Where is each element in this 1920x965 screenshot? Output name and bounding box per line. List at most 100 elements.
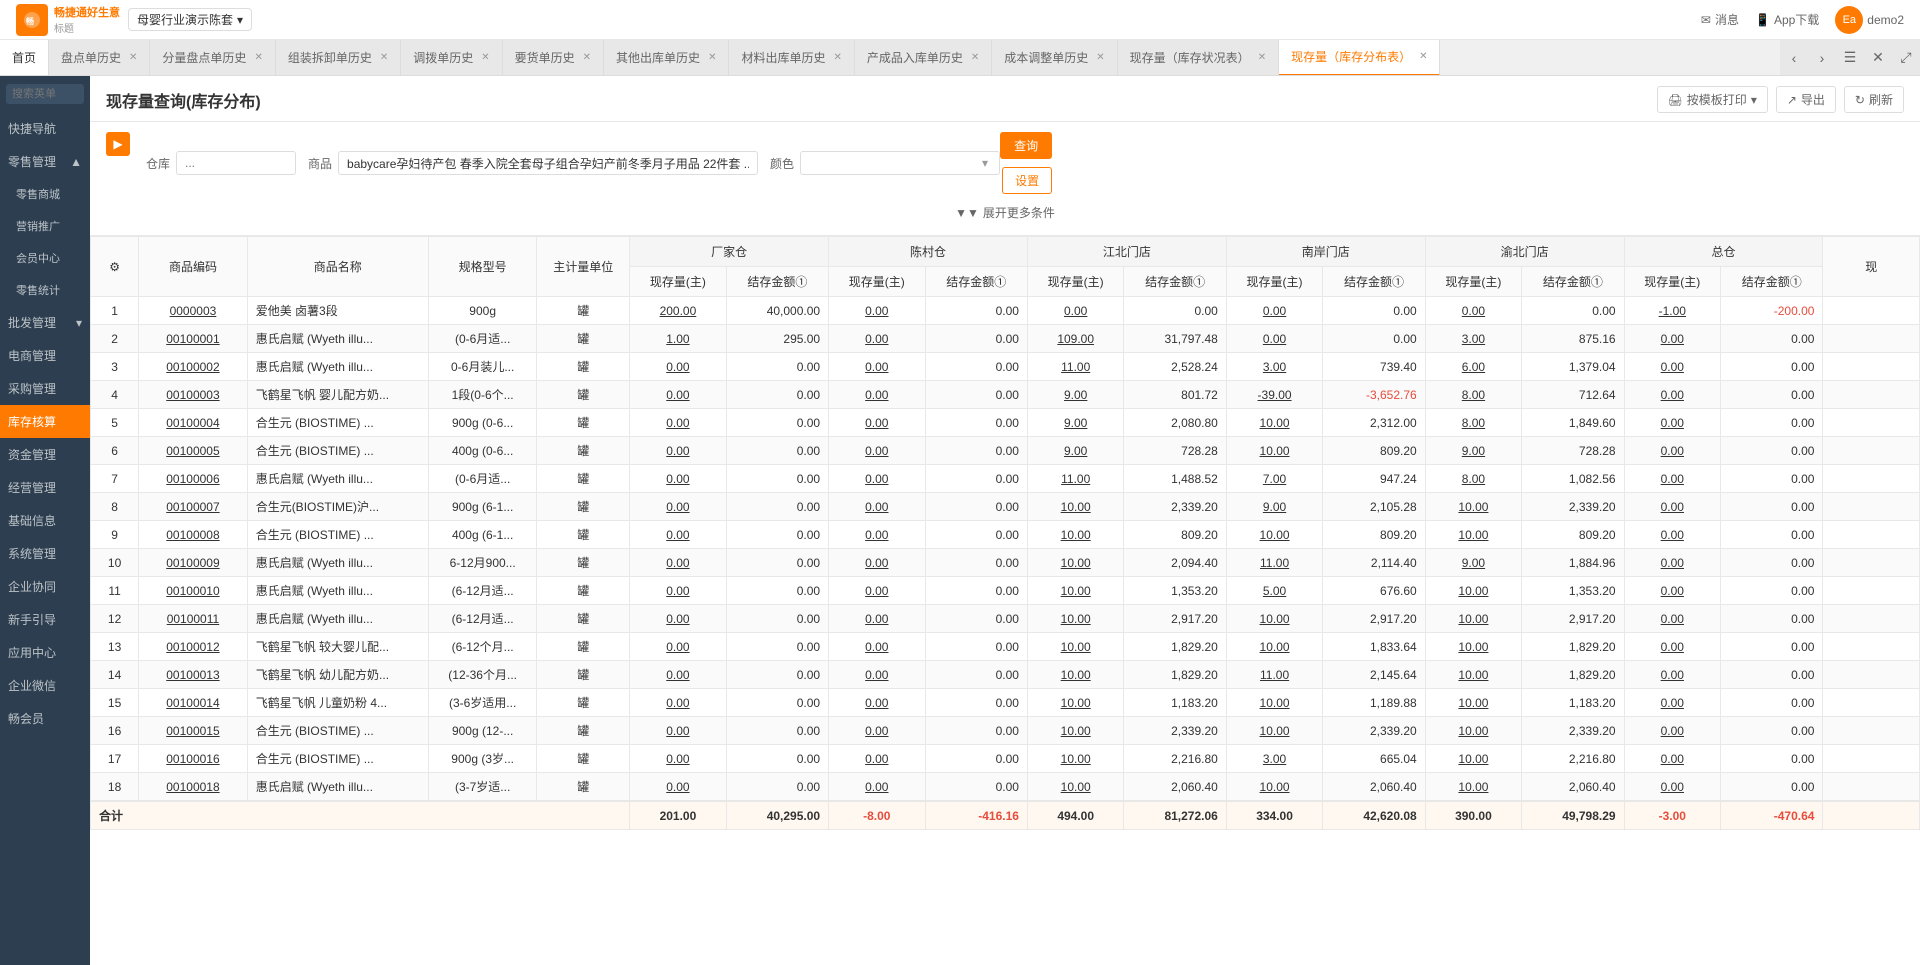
- table-row-yuebei-qty[interactable]: 8.00: [1425, 465, 1521, 493]
- table-row-yuebei-qty[interactable]: 10.00: [1425, 661, 1521, 689]
- table-row-code[interactable]: 00100006: [139, 465, 247, 493]
- table-row-total-qty[interactable]: 0.00: [1624, 437, 1720, 465]
- table-row-total-qty[interactable]: 0.00: [1624, 717, 1720, 745]
- table-row-chen-qty[interactable]: 0.00: [829, 409, 925, 437]
- table-row-total-qty[interactable]: 0.00: [1624, 549, 1720, 577]
- table-row-jiangbei-qty[interactable]: 11.00: [1027, 353, 1123, 381]
- table-row-nanjiang-qty[interactable]: 10.00: [1226, 689, 1322, 717]
- tab-close-icon[interactable]: ✕: [971, 52, 979, 63]
- table-row-jiangbei-qty[interactable]: 10.00: [1027, 633, 1123, 661]
- tab-nav-menu[interactable]: ☰: [1836, 40, 1864, 76]
- tab-close-icon[interactable]: ✕: [481, 52, 489, 63]
- table-row-chen-qty[interactable]: 0.00: [829, 521, 925, 549]
- table-row-jiangbei-qty[interactable]: 10.00: [1027, 521, 1123, 549]
- export-btn[interactable]: ↗ 导出: [1776, 86, 1836, 113]
- table-row-nanjiang-qty[interactable]: 0.00: [1226, 325, 1322, 353]
- table-row-factory-qty[interactable]: 0.00: [630, 689, 726, 717]
- table-row-chen-qty[interactable]: 0.00: [829, 633, 925, 661]
- tab-close-icon[interactable]: ✕: [1419, 51, 1427, 62]
- tab-nav-left[interactable]: ‹: [1780, 40, 1808, 76]
- sidebar-item-retail[interactable]: 零售管理▲: [0, 145, 90, 178]
- table-row-total-qty[interactable]: 0.00: [1624, 577, 1720, 605]
- table-row-chen-qty[interactable]: 0.00: [829, 325, 925, 353]
- table-row-nanjiang-qty[interactable]: 11.00: [1226, 549, 1322, 577]
- tab-home[interactable]: 首页: [0, 40, 49, 76]
- table-row-total-qty[interactable]: 0.00: [1624, 353, 1720, 381]
- tab-stock2[interactable]: 分量盘点单历史 ✕: [150, 40, 275, 76]
- table-row-nanjiang-qty[interactable]: 10.00: [1226, 605, 1322, 633]
- table-row-nanjiang-qty[interactable]: 10.00: [1226, 633, 1322, 661]
- table-row-factory-qty[interactable]: 0.00: [630, 661, 726, 689]
- table-row-yuebei-qty[interactable]: 10.00: [1425, 717, 1521, 745]
- sidebar-item-basic[interactable]: 基础信息: [0, 504, 90, 537]
- table-row-factory-qty[interactable]: 0.00: [630, 549, 726, 577]
- table-row-factory-qty[interactable]: 0.00: [630, 773, 726, 802]
- goods-input[interactable]: [338, 151, 758, 175]
- table-row-jiangbei-qty[interactable]: 10.00: [1027, 605, 1123, 633]
- table-row-yuebei-qty[interactable]: 10.00: [1425, 493, 1521, 521]
- table-row-chen-qty[interactable]: 0.00: [829, 577, 925, 605]
- tab-close-icon[interactable]: ✕: [708, 52, 716, 63]
- table-row-code[interactable]: 00100011: [139, 605, 247, 633]
- table-row-total-qty[interactable]: 0.00: [1624, 773, 1720, 802]
- table-row-factory-qty[interactable]: 0.00: [630, 605, 726, 633]
- warehouse-input[interactable]: [176, 151, 296, 175]
- tab-close-icon[interactable]: ✕: [129, 52, 137, 63]
- table-row-total-qty[interactable]: 0.00: [1624, 689, 1720, 717]
- table-row-nanjiang-qty[interactable]: 10.00: [1226, 437, 1322, 465]
- table-row-jiangbei-qty[interactable]: 10.00: [1027, 661, 1123, 689]
- table-row-nanjiang-qty[interactable]: 3.00: [1226, 353, 1322, 381]
- setting-btn[interactable]: 设置: [1002, 167, 1052, 194]
- table-row-yuebei-qty[interactable]: 10.00: [1425, 773, 1521, 802]
- table-row-jiangbei-qty[interactable]: 10.00: [1027, 577, 1123, 605]
- table-row-nanjiang-qty[interactable]: 10.00: [1226, 717, 1322, 745]
- table-row-nanjiang-qty[interactable]: 3.00: [1226, 745, 1322, 773]
- sidebar-item-guide[interactable]: 新手引导: [0, 603, 90, 636]
- table-row-chen-qty[interactable]: 0.00: [829, 465, 925, 493]
- sidebar-item-purchase[interactable]: 采购管理: [0, 372, 90, 405]
- tab-close-icon[interactable]: ✕: [380, 52, 388, 63]
- table-row-jiangbei-qty[interactable]: 9.00: [1027, 381, 1123, 409]
- table-row-total-qty[interactable]: 0.00: [1624, 633, 1720, 661]
- table-row-factory-qty[interactable]: 0.00: [630, 577, 726, 605]
- table-row-yuebei-qty[interactable]: 10.00: [1425, 745, 1521, 773]
- tab-stock11[interactable]: 现存量（库存分布表） ✕: [1279, 40, 1440, 76]
- sidebar-item-ecommerce[interactable]: 电商管理: [0, 339, 90, 372]
- table-row-jiangbei-qty[interactable]: 9.00: [1027, 409, 1123, 437]
- table-row-yuebei-qty[interactable]: 6.00: [1425, 353, 1521, 381]
- table-row-factory-qty[interactable]: 0.00: [630, 633, 726, 661]
- table-row-factory-qty[interactable]: 0.00: [630, 409, 726, 437]
- col-header-settings[interactable]: ⚙: [91, 237, 139, 297]
- table-row-factory-qty[interactable]: 0.00: [630, 465, 726, 493]
- tab-close-all[interactable]: ✕: [1864, 40, 1892, 76]
- table-row-code[interactable]: 00100005: [139, 437, 247, 465]
- tab-stock5[interactable]: 要货单历史 ✕: [503, 40, 604, 76]
- table-row-jiangbei-qty[interactable]: 9.00: [1027, 437, 1123, 465]
- tab-close-icon[interactable]: ✕: [833, 52, 841, 63]
- table-row-code[interactable]: 00100014: [139, 689, 247, 717]
- sidebar-item-finance[interactable]: 资金管理: [0, 438, 90, 471]
- table-row-yuebei-qty[interactable]: 10.00: [1425, 605, 1521, 633]
- table-row-nanjiang-qty[interactable]: 11.00: [1226, 661, 1322, 689]
- table-row-jiangbei-qty[interactable]: 0.00: [1027, 297, 1123, 325]
- sidebar-item-apps[interactable]: 应用中心: [0, 636, 90, 669]
- table-row-total-qty[interactable]: 0.00: [1624, 745, 1720, 773]
- table-row-yuebei-qty[interactable]: 10.00: [1425, 689, 1521, 717]
- table-row-jiangbei-qty[interactable]: 10.00: [1027, 773, 1123, 802]
- table-row-yuebei-qty[interactable]: 9.00: [1425, 437, 1521, 465]
- table-row-total-qty[interactable]: 0.00: [1624, 661, 1720, 689]
- sidebar-item-vip[interactable]: 畅会员: [0, 702, 90, 735]
- table-row-factory-qty[interactable]: 0.00: [630, 745, 726, 773]
- table-row-total-qty[interactable]: -1.00: [1624, 297, 1720, 325]
- table-row-nanjiang-qty[interactable]: 10.00: [1226, 521, 1322, 549]
- tab-stock10[interactable]: 现存量（库存状况表） ✕: [1118, 40, 1279, 76]
- tab-stock4[interactable]: 调拨单历史 ✕: [401, 40, 502, 76]
- table-row-yuebei-qty[interactable]: 0.00: [1425, 297, 1521, 325]
- tab-maximize[interactable]: ⤢: [1892, 40, 1920, 76]
- table-row-code[interactable]: 00100010: [139, 577, 247, 605]
- table-row-chen-qty[interactable]: 0.00: [829, 689, 925, 717]
- sidebar-item-retail-stats[interactable]: 零售统计: [0, 274, 90, 306]
- tab-nav-right[interactable]: ›: [1808, 40, 1836, 76]
- table-row-factory-qty[interactable]: 0.00: [630, 353, 726, 381]
- tab-stock7[interactable]: 材料出库单历史 ✕: [729, 40, 854, 76]
